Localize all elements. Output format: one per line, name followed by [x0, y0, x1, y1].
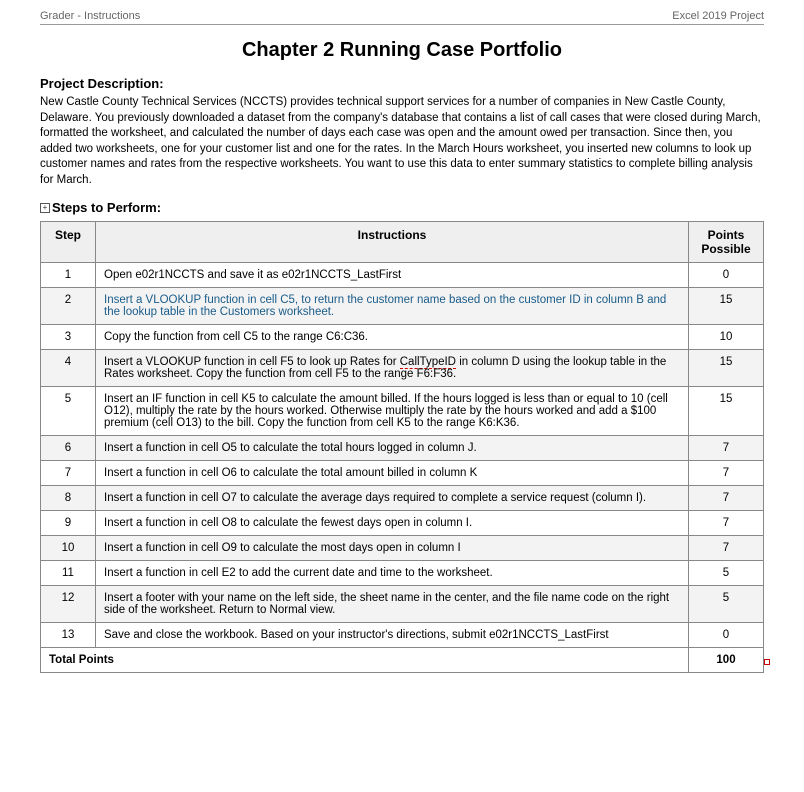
step-instructions: Insert an IF function in cell K5 to calc…: [96, 387, 689, 436]
step-instructions: Insert a footer with your name on the le…: [96, 586, 689, 623]
table-row: 4Insert a VLOOKUP function in cell F5 to…: [41, 350, 764, 387]
step-instructions: Insert a function in cell E2 to add the …: [96, 561, 689, 586]
table-header-row: Step Instructions Points Possible: [41, 222, 764, 263]
th-points: Points Possible: [689, 222, 764, 263]
table-footer-row: Total Points 100: [41, 648, 764, 673]
header-bar: Grader - Instructions Excel 2019 Project: [40, 10, 764, 25]
step-number: 13: [41, 623, 96, 648]
step-points: 0: [689, 623, 764, 648]
step-number: 4: [41, 350, 96, 387]
table-row: 7Insert a function in cell O6 to calcula…: [41, 461, 764, 486]
table-row: 2Insert a VLOOKUP function in cell C5, t…: [41, 288, 764, 325]
steps-table: Step Instructions Points Possible 1Open …: [40, 221, 764, 673]
table-row: 5Insert an IF function in cell K5 to cal…: [41, 387, 764, 436]
step-number: 3: [41, 325, 96, 350]
step-points: 7: [689, 536, 764, 561]
table-row: 8Insert a function in cell O7 to calcula…: [41, 486, 764, 511]
step-instructions: Save and close the workbook. Based on yo…: [96, 623, 689, 648]
step-instructions: Insert a VLOOKUP function in cell C5, to…: [96, 288, 689, 325]
table-row: 3Copy the function from cell C5 to the r…: [41, 325, 764, 350]
header-left: Grader - Instructions: [40, 10, 140, 22]
steps-heading-row: + Steps to Perform:: [40, 200, 764, 215]
step-points: 15: [689, 350, 764, 387]
expand-icon[interactable]: +: [40, 203, 50, 213]
table-row: 10Insert a function in cell O9 to calcul…: [41, 536, 764, 561]
project-description-label: Project Description:: [40, 76, 764, 91]
step-points: 7: [689, 486, 764, 511]
step-number: 6: [41, 436, 96, 461]
step-number: 5: [41, 387, 96, 436]
table-row: 6Insert a function in cell O5 to calcula…: [41, 436, 764, 461]
step-instructions: Insert a function in cell O5 to calculat…: [96, 436, 689, 461]
document-page: Grader - Instructions Excel 2019 Project…: [0, 0, 804, 699]
table-row: 12Insert a footer with your name on the …: [41, 586, 764, 623]
step-points: 10: [689, 325, 764, 350]
project-description-text: New Castle County Technical Services (NC…: [40, 95, 764, 188]
step-number: 2: [41, 288, 96, 325]
step-instructions: Insert a function in cell O9 to calculat…: [96, 536, 689, 561]
step-instructions: Insert a VLOOKUP function in cell F5 to …: [96, 350, 689, 387]
th-instructions: Instructions: [96, 222, 689, 263]
table-row: 11Insert a function in cell E2 to add th…: [41, 561, 764, 586]
step-points: 15: [689, 387, 764, 436]
step-number: 9: [41, 511, 96, 536]
step-number: 11: [41, 561, 96, 586]
total-label: Total Points: [41, 648, 689, 673]
step-number: 12: [41, 586, 96, 623]
step-points: 0: [689, 263, 764, 288]
steps-to-perform-label: Steps to Perform:: [52, 200, 161, 215]
spellcheck-marked-text: CallTypeID: [400, 356, 456, 369]
step-points: 7: [689, 511, 764, 536]
th-step: Step: [41, 222, 96, 263]
table-row: 13Save and close the workbook. Based on …: [41, 623, 764, 648]
step-points: 5: [689, 586, 764, 623]
step-number: 10: [41, 536, 96, 561]
step-instructions: Insert a function in cell O6 to calculat…: [96, 461, 689, 486]
total-points: 100: [689, 648, 764, 673]
step-number: 7: [41, 461, 96, 486]
step-instructions: Copy the function from cell C5 to the ra…: [96, 325, 689, 350]
header-right: Excel 2019 Project: [672, 10, 764, 22]
table-row: 9Insert a function in cell O8 to calcula…: [41, 511, 764, 536]
step-points: 15: [689, 288, 764, 325]
step-points: 7: [689, 461, 764, 486]
step-points: 5: [689, 561, 764, 586]
step-instructions: Insert a function in cell O7 to calculat…: [96, 486, 689, 511]
page-title: Chapter 2 Running Case Portfolio: [40, 39, 764, 62]
step-points: 7: [689, 436, 764, 461]
step-instructions: Open e02r1NCCTS and save it as e02r1NCCT…: [96, 263, 689, 288]
table-row: 1Open e02r1NCCTS and save it as e02r1NCC…: [41, 263, 764, 288]
step-number: 1: [41, 263, 96, 288]
step-instructions: Insert a function in cell O8 to calculat…: [96, 511, 689, 536]
step-number: 8: [41, 486, 96, 511]
